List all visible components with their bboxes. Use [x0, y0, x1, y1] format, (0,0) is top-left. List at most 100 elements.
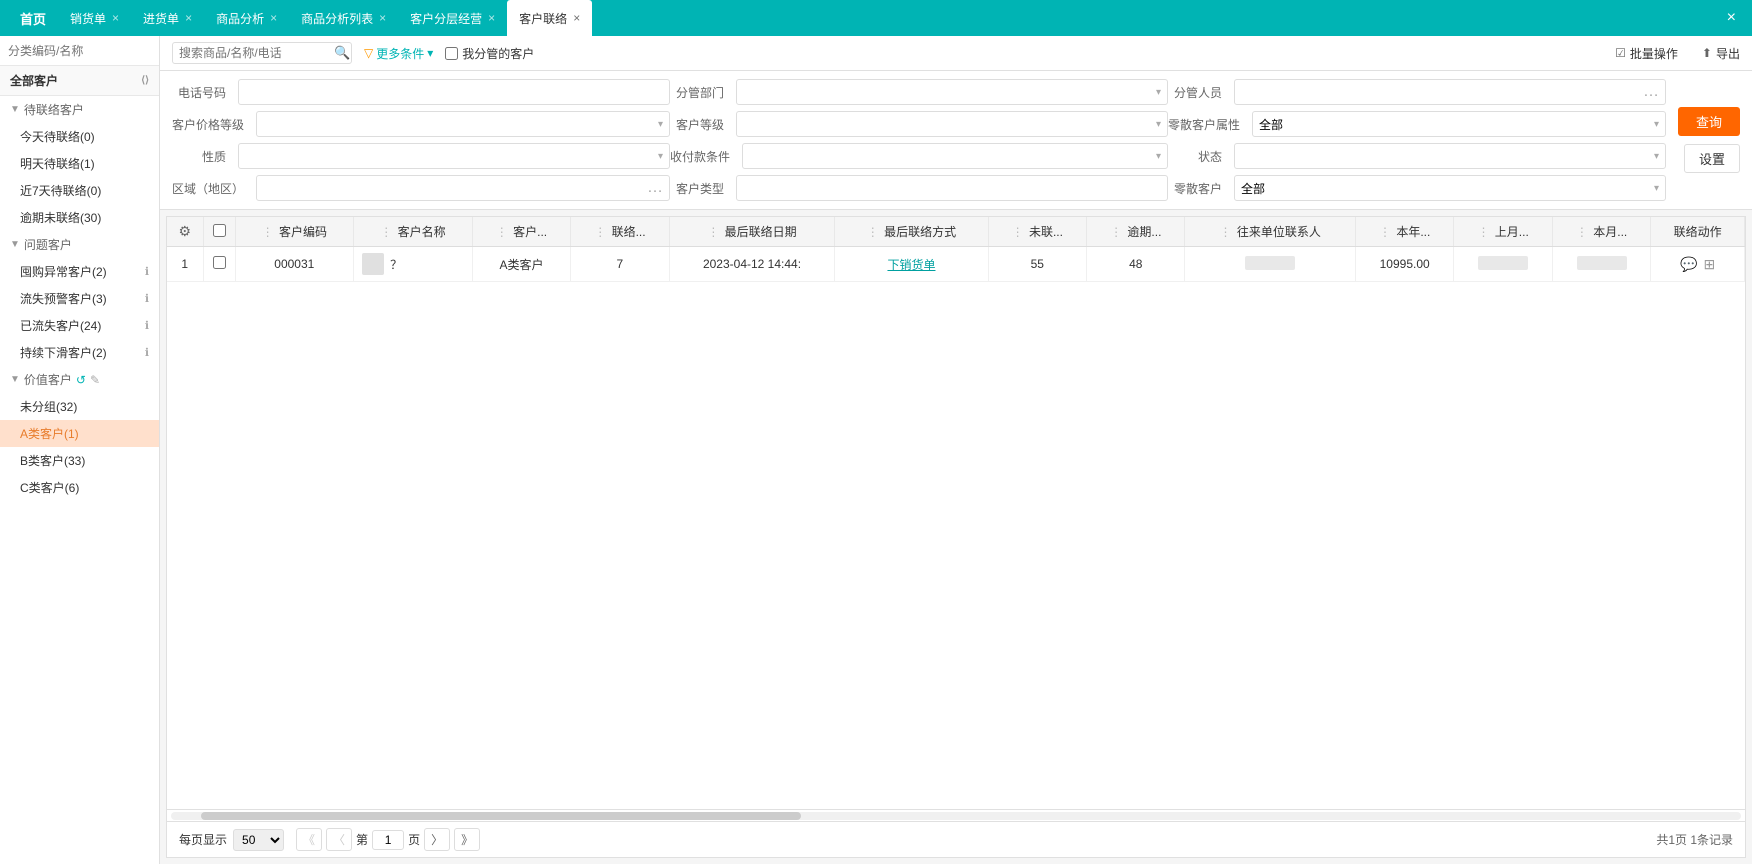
nav-purchase[interactable]: 进货单 ×: [131, 0, 204, 36]
filter-row-1: 电话号码 分管部门 ▾ 分管人员: [172, 79, 1666, 105]
my-customers-checkbox-container: 我分管的客户: [445, 45, 534, 62]
nav-analysis[interactable]: 商品分析 ×: [204, 0, 289, 36]
sidebar-search-input[interactable]: [8, 44, 160, 58]
filter-form: 电话号码 分管部门 ▾ 分管人员: [160, 71, 1752, 210]
nav-home[interactable]: 首页: [8, 0, 58, 36]
close-analysis-list-tab[interactable]: ×: [379, 11, 386, 25]
col-contact: ⋮ 联络...: [571, 217, 669, 247]
nature-select[interactable]: ▾: [238, 143, 670, 169]
prev-page-btn[interactable]: 〈: [326, 828, 352, 851]
nav-customer-contact[interactable]: 客户联络 ×: [507, 0, 592, 36]
export-btn[interactable]: ⬆ 导出: [1702, 45, 1740, 62]
first-page-btn[interactable]: 《: [296, 828, 322, 851]
sidebar-item-churned[interactable]: 已流失客户(24) ℹ: [0, 312, 159, 339]
my-customers-checkbox[interactable]: [445, 47, 458, 60]
data-table: ⚙ ⋮ 客户编码 ⋮ 客户名称: [167, 217, 1745, 282]
col-customer-type: ⋮ 客户...: [472, 217, 570, 247]
filter-retail-customer: 零散客户 全部 ▾: [1168, 175, 1666, 201]
customer-type-input[interactable]: [736, 175, 1168, 201]
settings-button[interactable]: 设置: [1684, 144, 1740, 173]
customer-tier-chevron-icon: ▾: [1156, 119, 1161, 130]
col-customer-code: ⋮ 客户编码: [235, 217, 354, 247]
col-settings[interactable]: ⚙: [167, 217, 203, 247]
pending-section[interactable]: ▼ 待联络客户: [0, 96, 159, 123]
cell-overdue: 48: [1087, 247, 1185, 282]
cell-checkbox[interactable]: [203, 247, 235, 282]
row-checkbox[interactable]: [213, 256, 226, 269]
person-dots-icon: …: [1643, 84, 1659, 100]
close-analysis-tab[interactable]: ×: [270, 11, 277, 25]
grid-icon[interactable]: ⊞: [1704, 256, 1716, 273]
ungrouped-label: 未分组(32): [20, 398, 77, 415]
filter-search-icon[interactable]: 🔍: [334, 45, 350, 61]
sidebar-item-abnormal[interactable]: 囤购异常客户(2) ℹ: [0, 258, 159, 285]
sidebar-item-overdue[interactable]: 逾期未联络(30): [0, 204, 159, 231]
c-class-label: C类客户(6): [20, 479, 79, 496]
region-select[interactable]: …: [256, 175, 670, 201]
window-close-button[interactable]: ×: [1719, 9, 1744, 27]
sidebar-item-ungrouped[interactable]: 未分组(32): [0, 393, 159, 420]
sidebar-item-churn-warn[interactable]: 流失预警客户(3) ℹ: [0, 285, 159, 312]
col-this-year: ⋮ 本年...: [1355, 217, 1453, 247]
content-area: 🔍 ▽ 更多条件 ▾ 我分管的客户 ☑ 批量操作 ⬆ 导出: [160, 36, 1752, 864]
sidebar-item-tomorrow-pending[interactable]: 明天待联络(1): [0, 150, 159, 177]
value-arrow: ▼: [10, 374, 20, 385]
region-dots-icon: …: [647, 180, 663, 196]
nav-customer-tier[interactable]: 客户分层经营 ×: [398, 0, 507, 36]
sidebar-item-today-pending[interactable]: 今天待联络(0): [0, 123, 159, 150]
cell-last-contact-method[interactable]: 下销货单: [835, 247, 988, 282]
sidebar-item-week-pending[interactable]: 近7天待联络(0): [0, 177, 159, 204]
overdue-label: 逾期未联络(30): [20, 209, 101, 226]
close-customer-tier-tab[interactable]: ×: [488, 11, 495, 25]
scrollbar-thumb[interactable]: [201, 812, 801, 820]
search-button[interactable]: 查询: [1678, 107, 1740, 136]
status-select[interactable]: ▾: [1234, 143, 1666, 169]
page-size-select[interactable]: 10 20 50 100: [233, 829, 284, 851]
cell-this-month: [1552, 247, 1650, 282]
info-icon-3: ℹ: [145, 319, 149, 332]
next-page-btn[interactable]: 〉: [424, 828, 450, 851]
page-input[interactable]: [372, 830, 404, 850]
value-section[interactable]: ▼ 价值客户 ↺ ✎: [0, 366, 159, 393]
more-conditions-btn[interactable]: ▽ 更多条件 ▾: [364, 45, 433, 62]
close-purchase-tab[interactable]: ×: [185, 11, 192, 25]
sidebar-item-a-class[interactable]: A类客户(1): [0, 420, 159, 447]
refresh-icon[interactable]: ↺: [76, 373, 86, 387]
search-container: 🔍: [172, 42, 352, 64]
chat-icon[interactable]: 💬: [1680, 256, 1697, 273]
problem-section[interactable]: ▼ 问题客户: [0, 231, 159, 258]
all-customers-header[interactable]: 全部客户 ⟨⟩: [0, 66, 159, 96]
settings-gear-icon[interactable]: ⚙: [178, 223, 191, 239]
filter-status: 状态 ▾: [1168, 143, 1666, 169]
customer-tier-select[interactable]: ▾: [736, 111, 1168, 137]
retail-attr-label: 零散客户属性: [1168, 116, 1246, 133]
sidebar-item-c-class[interactable]: C类客户(6): [0, 474, 159, 501]
abnormal-label: 囤购异常客户(2): [20, 263, 107, 280]
close-customer-contact-tab[interactable]: ×: [573, 11, 580, 25]
close-sale-tab[interactable]: ×: [112, 11, 119, 25]
retail-customer-select[interactable]: 全部 ▾: [1234, 175, 1666, 201]
filter-search-input[interactable]: [179, 46, 334, 60]
sidebar-item-declining[interactable]: 持续下滑客户(2) ℹ: [0, 339, 159, 366]
problem-section-label: 问题客户: [24, 236, 72, 253]
horizontal-scrollbar[interactable]: [167, 809, 1745, 821]
price-tier-select[interactable]: ▾: [256, 111, 670, 137]
select-all-checkbox[interactable]: [213, 224, 226, 237]
total-info: 共1页 1条记录: [1656, 831, 1733, 848]
dept-select[interactable]: ▾: [736, 79, 1168, 105]
nav-analysis-list[interactable]: 商品分析列表 ×: [289, 0, 398, 36]
sidebar-item-b-class[interactable]: B类客户(33): [0, 447, 159, 474]
nav-sale[interactable]: 销货单 ×: [58, 0, 131, 36]
col-handle-icon-3: ⋮: [496, 225, 508, 239]
batch-op-icon: ☑: [1615, 46, 1626, 60]
payment-select[interactable]: ▾: [742, 143, 1168, 169]
edit-icon[interactable]: ✎: [90, 373, 100, 387]
retail-attr-select[interactable]: 全部 ▾: [1252, 111, 1666, 137]
batch-op-btn[interactable]: ☑ 批量操作: [1615, 45, 1678, 62]
last-page-btn[interactable]: 》: [454, 828, 480, 851]
declining-label: 持续下滑客户(2): [20, 344, 107, 361]
col-handle-icon-2: ⋮: [380, 225, 392, 239]
phone-input[interactable]: [238, 79, 670, 105]
contact-method-link[interactable]: 下销货单: [887, 258, 935, 272]
person-select[interactable]: …: [1234, 79, 1666, 105]
